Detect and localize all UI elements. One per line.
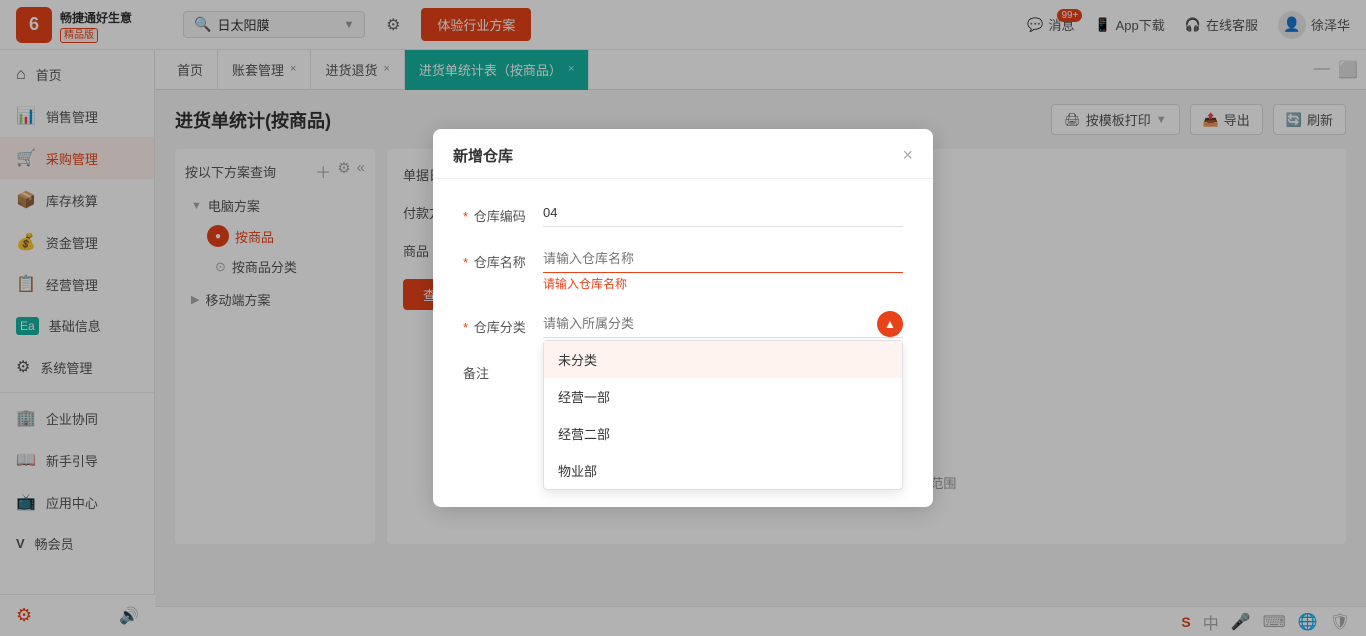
required-star-name: * [463,255,468,270]
dropdown-item-dept3[interactable]: 物业部 [544,452,902,489]
category-dropdown-toggle[interactable]: ▲ [877,311,903,337]
code-label-text: 仓库编码 [474,209,526,224]
dropdown-item-dept2[interactable]: 经营二部 [544,415,902,452]
warehouse-name-input[interactable] [543,245,903,273]
notes-label-text: 备注 [463,366,489,381]
modal-header: 新增仓库 × [433,129,933,179]
code-field [543,199,903,227]
name-label-text: 仓库名称 [474,255,526,270]
modal-title: 新增仓库 [453,145,513,166]
category-dropdown: 未分类 经营一部 经营二部 物业部 [543,340,903,490]
category-input[interactable] [543,310,903,338]
category-label-text: 仓库分类 [474,320,526,335]
modal-overlay: 新增仓库 × * 仓库编码 * 仓库名称 [0,0,1366,636]
warehouse-code-input[interactable] [543,199,903,227]
required-star-code: * [463,209,468,224]
form-row-name: * 仓库名称 请输入仓库名称 [463,245,903,292]
category-field: ▲ 未分类 经营一部 经营二部 物业部 [543,310,903,338]
form-row-category: * 仓库分类 ▲ 未分类 经营一部 经营二部 物业部 [463,310,903,338]
name-field: 请输入仓库名称 [543,245,903,292]
name-field-label: * 仓库名称 [463,245,543,271]
modal-body: * 仓库编码 * 仓库名称 请输入仓库名称 [433,179,933,437]
modal-close-button[interactable]: × [902,145,913,166]
dropdown-item-uncategorized[interactable]: 未分类 [544,341,902,378]
category-select-wrap: ▲ [543,310,903,338]
notes-field-label: 备注 [463,356,543,382]
dropdown-item-dept1[interactable]: 经营一部 [544,378,902,415]
category-field-label: * 仓库分类 [463,310,543,336]
form-row-code: * 仓库编码 [463,199,903,227]
required-star-category: * [463,320,468,335]
name-error-message: 请输入仓库名称 [543,275,903,292]
code-field-label: * 仓库编码 [463,199,543,225]
new-warehouse-modal: 新增仓库 × * 仓库编码 * 仓库名称 [433,129,933,507]
